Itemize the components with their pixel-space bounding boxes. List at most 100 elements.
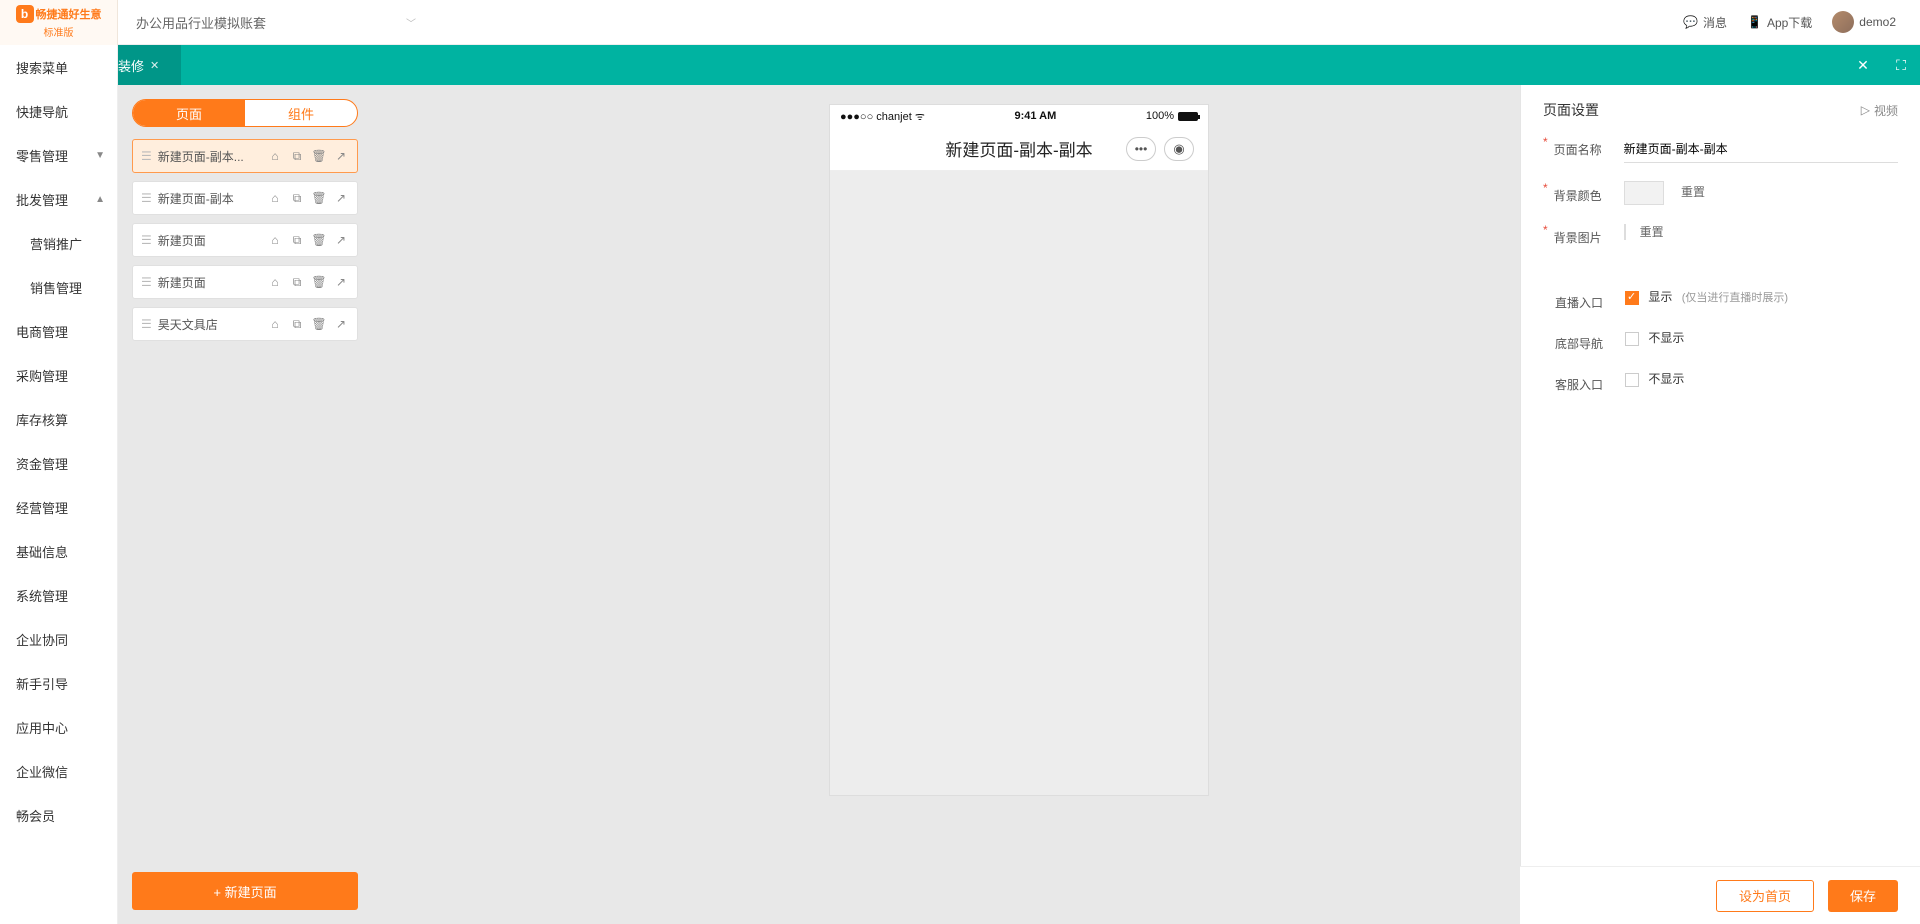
reset-image-button[interactable]: 重置: [1640, 225, 1664, 239]
chevron-up-icon: ▲: [95, 194, 105, 205]
delete-icon[interactable]: 🗑: [311, 317, 327, 331]
video-link[interactable]: ▷ 视频: [1861, 102, 1898, 119]
copy-icon[interactable]: ⧉: [289, 317, 305, 332]
drag-icon[interactable]: ☰: [141, 191, 152, 205]
page-name-input[interactable]: [1624, 135, 1898, 163]
sidebar-item-search[interactable]: 搜索菜单: [0, 45, 117, 89]
image-picker[interactable]: [1624, 224, 1626, 240]
phone-body[interactable]: [830, 171, 1208, 795]
phone-statusbar: ●●●○○ chanjet ᯤ 9:41 AM 100%: [830, 105, 1208, 127]
drag-icon[interactable]: ☰: [141, 275, 152, 289]
battery-icon: [1178, 112, 1198, 121]
required-icon: *: [1543, 181, 1548, 195]
field-label: 背景颜色: [1554, 181, 1624, 204]
target-icon[interactable]: ◉: [1164, 137, 1194, 161]
account-selector[interactable]: 办公用品行业模拟账套 ﹀: [136, 13, 416, 32]
share-icon[interactable]: ↗: [333, 149, 349, 163]
page-row[interactable]: ☰ 昊天文具店 ⌂ ⧉ 🗑 ↗: [132, 307, 358, 341]
settings-title: 页面设置: [1543, 100, 1599, 120]
sidebar-item-sales[interactable]: 销售管理: [0, 265, 117, 309]
sidebar-item-business[interactable]: 经营管理: [0, 485, 117, 529]
messages-link[interactable]: 💬 消息: [1683, 14, 1727, 31]
checkbox-cs-hide[interactable]: [1625, 373, 1639, 387]
sidebar-item-apps[interactable]: 应用中心: [0, 705, 117, 749]
field-live-entry: 直播入口 显示 (仅当进行直播时展示): [1543, 288, 1898, 311]
delete-icon[interactable]: 🗑: [311, 149, 327, 163]
page-name: 昊天文具店: [158, 316, 261, 333]
sidebar-item-wechat[interactable]: 企业微信: [0, 749, 117, 793]
sidebar-item-member[interactable]: 畅会员: [0, 793, 117, 837]
copy-icon[interactable]: ⧉: [289, 275, 305, 290]
sidebar-item-ecommerce[interactable]: 电商管理: [0, 309, 117, 353]
checkbox-label: 不显示: [1648, 372, 1684, 386]
home-icon[interactable]: ⌂: [267, 233, 283, 247]
home-icon[interactable]: ⌂: [267, 149, 283, 163]
settings-panel: 页面设置 ▷ 视频 * 页面名称 * 背景颜色 重置 * 背景图片: [1520, 85, 1920, 924]
share-icon[interactable]: ↗: [333, 233, 349, 247]
sidebar-item-guide[interactable]: 新手引导: [0, 661, 117, 705]
drag-icon[interactable]: ☰: [141, 233, 152, 247]
field-label: 直播入口: [1555, 288, 1625, 311]
checkbox-nav-hide[interactable]: [1625, 332, 1639, 346]
sidebar-item-wholesale[interactable]: 批发管理▲: [0, 177, 117, 221]
close-icon[interactable]: ✕: [150, 59, 159, 72]
logo-sub: 标准版: [44, 24, 74, 39]
share-icon[interactable]: ↗: [333, 317, 349, 331]
checkbox-label: 显示: [1648, 290, 1672, 304]
fullscreen-button[interactable]: ⛶: [1882, 57, 1920, 74]
logo-text: 畅捷通好生意: [36, 6, 102, 22]
sidebar-item-purchase[interactable]: 采购管理: [0, 353, 117, 397]
page-list: ☰ 新建页面-副本... ⌂ ⧉ 🗑 ↗ ☰ 新建页面-副本 ⌂ ⧉ 🗑 ↗ ☰…: [132, 139, 358, 341]
sidebar-item-retail[interactable]: 零售管理▼: [0, 133, 117, 177]
save-button[interactable]: 保存: [1828, 880, 1898, 912]
tabs-right: ✕ ⛶: [1844, 45, 1920, 85]
user-menu[interactable]: demo2: [1832, 11, 1896, 33]
account-name: 办公用品行业模拟账套: [136, 13, 266, 32]
sidebar-item-marketing[interactable]: 营销推广: [0, 221, 117, 265]
home-icon[interactable]: ⌂: [267, 191, 283, 205]
sidebar-item-inventory[interactable]: 库存核算: [0, 397, 117, 441]
close-all-button[interactable]: ✕: [1844, 57, 1882, 74]
field-label: 客服入口: [1555, 370, 1625, 393]
set-home-button[interactable]: 设为首页: [1716, 880, 1814, 912]
copy-icon[interactable]: ⧉: [289, 149, 305, 164]
home-icon[interactable]: ⌂: [267, 275, 283, 289]
required-icon: *: [1543, 135, 1548, 149]
page-name: 新建页面-副本...: [158, 148, 261, 165]
delete-icon[interactable]: 🗑: [311, 275, 327, 289]
checkbox-live-show[interactable]: [1625, 291, 1639, 305]
sidebar-item-collab[interactable]: 企业协同: [0, 617, 117, 661]
play-icon: ▷: [1861, 103, 1870, 117]
share-icon[interactable]: ↗: [333, 275, 349, 289]
share-icon[interactable]: ↗: [333, 191, 349, 205]
sidebar-item-basic[interactable]: 基础信息: [0, 529, 117, 573]
segment-pages[interactable]: 页面: [133, 100, 245, 126]
app-download-link[interactable]: 📱 App下载: [1747, 14, 1812, 31]
sidebar-item-system[interactable]: 系统管理: [0, 573, 117, 617]
field-customer-service: 客服入口 不显示: [1543, 370, 1898, 393]
sidebar-item-shortcuts[interactable]: 快捷导航: [0, 89, 117, 133]
page-row[interactable]: ☰ 新建页面-副本 ⌂ ⧉ 🗑 ↗: [132, 181, 358, 215]
page-row[interactable]: ☰ 新建页面 ⌂ ⧉ 🗑 ↗: [132, 265, 358, 299]
close-icon: ✕: [1857, 57, 1869, 74]
field-bg-image: * 背景图片 重置: [1543, 223, 1898, 246]
segment-components[interactable]: 组件: [245, 100, 357, 126]
copy-icon[interactable]: ⧉: [289, 191, 305, 206]
logo[interactable]: b 畅捷通好生意 标准版: [0, 0, 118, 45]
more-icon[interactable]: •••: [1126, 137, 1156, 161]
drag-icon[interactable]: ☰: [141, 317, 152, 331]
delete-icon[interactable]: 🗑: [311, 233, 327, 247]
page-row[interactable]: ☰ 新建页面 ⌂ ⧉ 🗑 ↗: [132, 223, 358, 257]
new-page-button[interactable]: + 新建页面: [132, 872, 358, 910]
field-bottom-nav: 底部导航 不显示: [1543, 329, 1898, 352]
copy-icon[interactable]: ⧉: [289, 233, 305, 248]
page-row[interactable]: ☰ 新建页面-副本... ⌂ ⧉ 🗑 ↗: [132, 139, 358, 173]
home-icon[interactable]: ⌂: [267, 317, 283, 331]
page-name: 新建页面: [158, 232, 261, 249]
reset-color-button[interactable]: 重置: [1681, 185, 1705, 199]
field-bg-color: * 背景颜色 重置: [1543, 181, 1898, 205]
color-swatch[interactable]: [1624, 181, 1664, 205]
drag-icon[interactable]: ☰: [141, 149, 152, 163]
sidebar-item-finance[interactable]: 资金管理: [0, 441, 117, 485]
delete-icon[interactable]: 🗑: [311, 191, 327, 205]
